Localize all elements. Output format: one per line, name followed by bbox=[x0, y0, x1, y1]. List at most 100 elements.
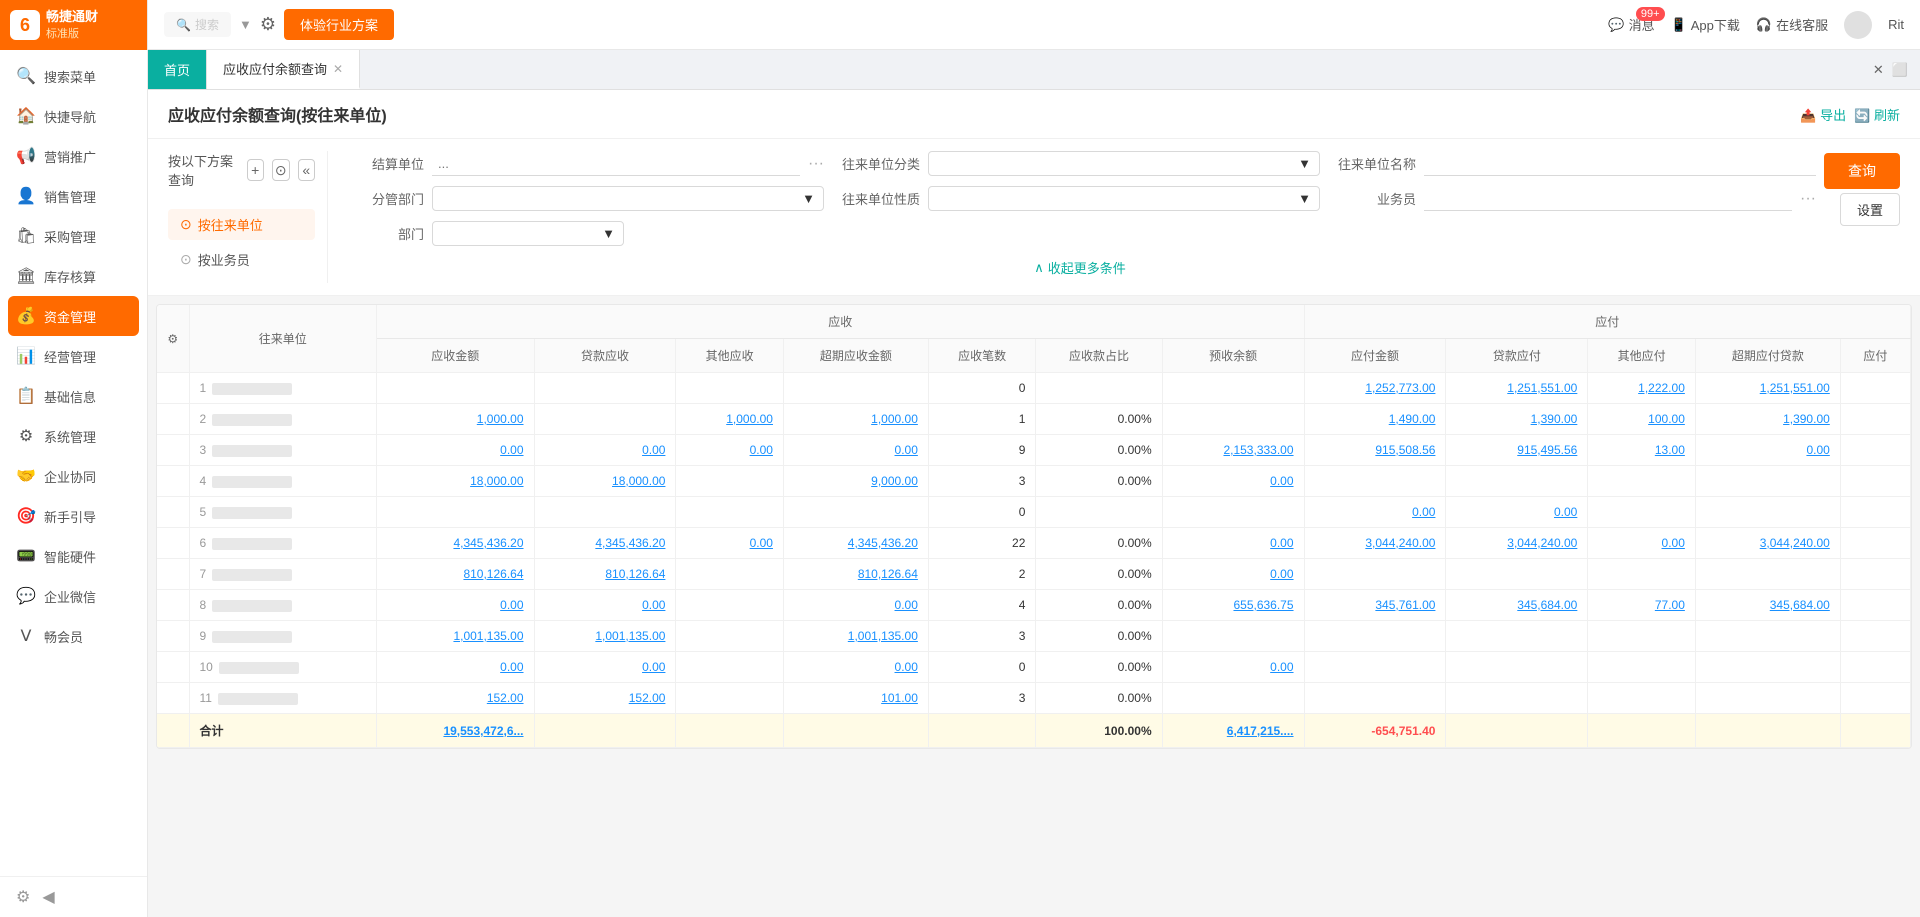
footer-ar-advance[interactable]: 6,417,215.... bbox=[1162, 714, 1304, 748]
table-cell[interactable]: 4,345,436.20 bbox=[377, 528, 534, 559]
sidebar-item-sales[interactable]: 👤 销售管理 bbox=[0, 176, 147, 216]
table-cell[interactable] bbox=[1588, 621, 1696, 652]
table-cell[interactable]: 152.00 bbox=[377, 683, 534, 714]
table-cell[interactable]: 0.00 bbox=[783, 435, 928, 466]
table-cell[interactable]: 2,153,333.00 bbox=[1162, 435, 1304, 466]
table-cell[interactable] bbox=[1695, 621, 1840, 652]
table-cell[interactable] bbox=[1695, 683, 1840, 714]
settlement-dots[interactable]: ··· bbox=[808, 155, 824, 173]
table-settings-col[interactable]: ⚙ bbox=[157, 305, 189, 373]
table-cell[interactable] bbox=[676, 683, 784, 714]
export-btn[interactable]: 📤 导出 bbox=[1800, 105, 1846, 124]
table-cell[interactable] bbox=[534, 497, 676, 528]
table-cell[interactable] bbox=[1162, 404, 1304, 435]
sidebar-item-system[interactable]: ⚙ 系统管理 bbox=[0, 416, 147, 456]
table-cell[interactable]: 1,000.00 bbox=[783, 404, 928, 435]
sidebar-item-collab[interactable]: 🤝 企业协同 bbox=[0, 456, 147, 496]
table-cell[interactable]: 0.00 bbox=[1304, 497, 1446, 528]
customer-service-btn[interactable]: 🎧 在线客服 bbox=[1756, 15, 1828, 34]
table-cell[interactable]: 0.00 bbox=[377, 652, 534, 683]
table-cell[interactable]: 1,390.00 bbox=[1695, 404, 1840, 435]
table-cell[interactable]: 101.00 bbox=[783, 683, 928, 714]
sidebar-collapse-btn[interactable]: ◀ bbox=[42, 887, 54, 907]
table-cell[interactable]: 0.00 bbox=[534, 590, 676, 621]
table-cell[interactable] bbox=[534, 404, 676, 435]
table-cell[interactable]: 0.00 bbox=[1162, 559, 1304, 590]
sidebar-item-wechat[interactable]: 💬 企业微信 bbox=[0, 576, 147, 616]
table-cell[interactable]: 1,001,135.00 bbox=[377, 621, 534, 652]
table-cell[interactable] bbox=[1695, 466, 1840, 497]
table-cell[interactable] bbox=[534, 373, 676, 404]
table-cell[interactable]: 0.00 bbox=[783, 590, 928, 621]
sidebar-settings-btn[interactable]: ⚙ bbox=[16, 887, 30, 907]
table-cell[interactable]: 152.00 bbox=[534, 683, 676, 714]
sidebar-item-member[interactable]: Ⅴ 畅会员 bbox=[0, 616, 147, 656]
table-cell[interactable] bbox=[783, 373, 928, 404]
table-cell[interactable] bbox=[676, 497, 784, 528]
table-cell[interactable] bbox=[1588, 652, 1696, 683]
table-cell[interactable] bbox=[1695, 497, 1840, 528]
table-cell[interactable]: 4,345,436.20 bbox=[534, 528, 676, 559]
sidebar-item-marketing[interactable]: 📢 营销推广 bbox=[0, 136, 147, 176]
table-cell[interactable] bbox=[1446, 466, 1588, 497]
query-btn[interactable]: 查询 bbox=[1824, 153, 1900, 189]
table-cell[interactable] bbox=[1304, 652, 1446, 683]
promo-btn[interactable]: 体验行业方案 bbox=[284, 9, 394, 40]
table-cell[interactable] bbox=[676, 373, 784, 404]
sidebar-item-basic-info[interactable]: 📋 基础信息 bbox=[0, 376, 147, 416]
filter-add-btn[interactable]: + bbox=[247, 159, 265, 181]
table-cell[interactable]: 1,252,773.00 bbox=[1304, 373, 1446, 404]
sidebar-item-purchase[interactable]: 🛍 采购管理 bbox=[0, 216, 147, 256]
refresh-btn[interactable]: 🔄 刷新 bbox=[1854, 105, 1900, 124]
scheme-by-salesman[interactable]: ⊙ 按业务员 bbox=[168, 244, 315, 275]
header-search[interactable]: 🔍 搜索 bbox=[164, 12, 231, 37]
tab-home[interactable]: 首页 bbox=[148, 50, 207, 89]
table-cell[interactable]: 1,001,135.00 bbox=[534, 621, 676, 652]
table-cell[interactable] bbox=[1695, 652, 1840, 683]
table-cell[interactable]: 810,126.64 bbox=[534, 559, 676, 590]
table-cell[interactable]: 915,495.56 bbox=[1446, 435, 1588, 466]
app-download-btn[interactable]: 📱 App下载 bbox=[1671, 15, 1740, 34]
table-cell[interactable]: 655,636.75 bbox=[1162, 590, 1304, 621]
table-cell[interactable]: 0.00 bbox=[534, 652, 676, 683]
sidebar-item-search-menu[interactable]: 🔍 搜索菜单 bbox=[0, 56, 147, 96]
table-cell[interactable]: 345,684.00 bbox=[1695, 590, 1840, 621]
tab-ar-ap[interactable]: 应收应付余额查询 ✕ bbox=[207, 50, 360, 89]
table-cell[interactable] bbox=[1304, 559, 1446, 590]
table-cell[interactable]: 18,000.00 bbox=[534, 466, 676, 497]
message-btn[interactable]: 💬 消息 99+ bbox=[1608, 15, 1654, 34]
sidebar-item-quick-nav[interactable]: 🏠 快捷导航 bbox=[0, 96, 147, 136]
table-cell[interactable]: 0.00 bbox=[1162, 652, 1304, 683]
table-cell[interactable]: 1,390.00 bbox=[1446, 404, 1588, 435]
table-cell[interactable] bbox=[676, 590, 784, 621]
table-cell[interactable]: 0.00 bbox=[377, 435, 534, 466]
table-cell[interactable]: 0.00 bbox=[1588, 528, 1696, 559]
table-cell[interactable] bbox=[1162, 683, 1304, 714]
table-cell[interactable]: 1,000.00 bbox=[377, 404, 534, 435]
table-cell[interactable] bbox=[783, 497, 928, 528]
table-cell[interactable]: 1,222.00 bbox=[1588, 373, 1696, 404]
footer-ar-amount[interactable]: 19,553,472,6... bbox=[377, 714, 534, 748]
header-dropdown-arrow[interactable]: ▼ bbox=[239, 17, 252, 32]
collapse-conditions-btn[interactable]: ∧ 收起更多条件 bbox=[344, 252, 1816, 283]
table-cell[interactable] bbox=[676, 621, 784, 652]
table-cell[interactable] bbox=[1446, 683, 1588, 714]
sidebar-item-operations[interactable]: 📊 经营管理 bbox=[0, 336, 147, 376]
table-cell[interactable] bbox=[1588, 466, 1696, 497]
scheme-by-partner[interactable]: ⊙ 按往来单位 bbox=[168, 209, 315, 240]
table-cell[interactable] bbox=[1162, 373, 1304, 404]
table-cell[interactable]: 3,044,240.00 bbox=[1446, 528, 1588, 559]
table-cell[interactable]: 0.00 bbox=[783, 652, 928, 683]
sidebar-item-finance[interactable]: 💰 资金管理 bbox=[8, 296, 139, 336]
filter-setting-btn[interactable]: ⊙ bbox=[272, 159, 290, 181]
table-cell[interactable]: 18,000.00 bbox=[377, 466, 534, 497]
table-cell[interactable]: 810,126.64 bbox=[783, 559, 928, 590]
table-cell[interactable] bbox=[1446, 652, 1588, 683]
salesman-input[interactable] bbox=[1424, 187, 1792, 211]
table-cell[interactable]: 1,001,135.00 bbox=[783, 621, 928, 652]
table-cell[interactable] bbox=[676, 652, 784, 683]
table-cell[interactable] bbox=[1588, 497, 1696, 528]
table-cell[interactable] bbox=[377, 373, 534, 404]
table-cell[interactable] bbox=[676, 559, 784, 590]
table-cell[interactable]: 3,044,240.00 bbox=[1695, 528, 1840, 559]
